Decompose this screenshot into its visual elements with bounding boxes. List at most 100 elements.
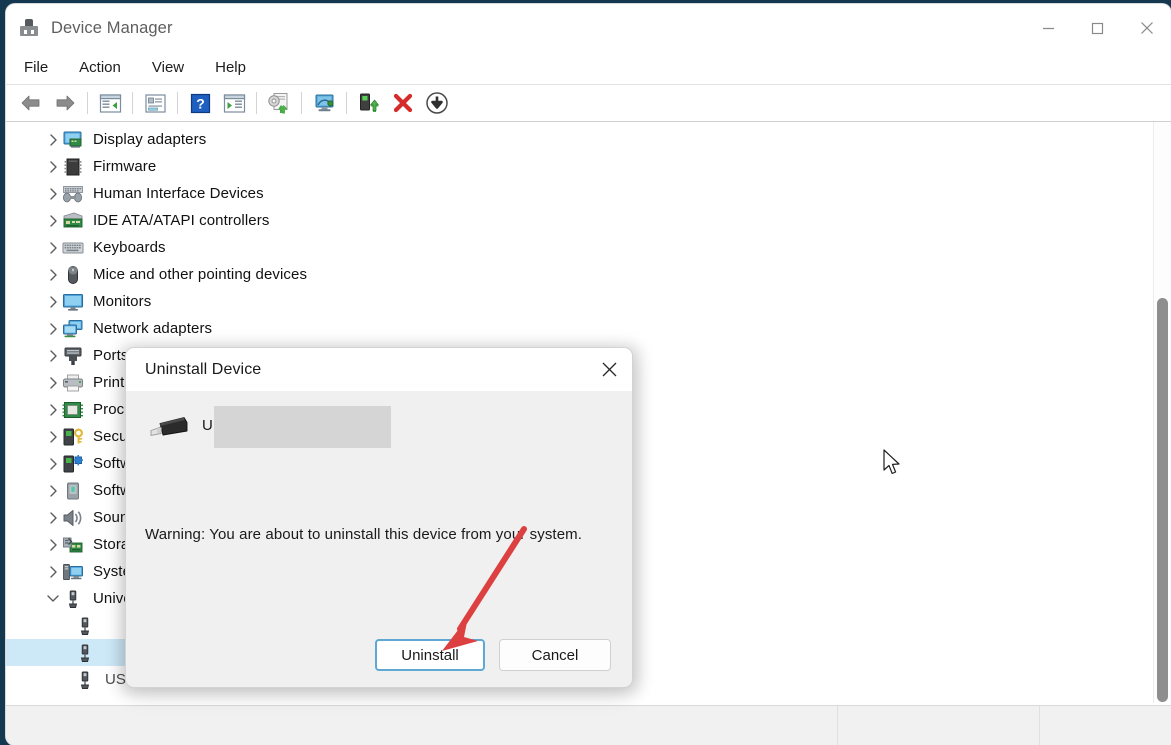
tree-item-display-adapters[interactable]: Display adapters xyxy=(6,126,1134,153)
window-title: Device Manager xyxy=(51,18,173,37)
tree-item-label: Network adapters xyxy=(93,320,213,337)
help-question-icon[interactable]: ? xyxy=(183,88,217,118)
chevron-right-icon[interactable] xyxy=(44,376,62,389)
tree-item-ide-controllers[interactable]: IDE ATA/ATAPI controllers xyxy=(6,207,1134,234)
close-icon[interactable] xyxy=(586,348,632,391)
toolbar-separator xyxy=(301,92,302,114)
action-pane-icon[interactable] xyxy=(217,88,251,118)
printer-icon xyxy=(62,373,84,393)
chevron-right-icon[interactable] xyxy=(44,457,62,470)
toolbar-separator xyxy=(177,92,178,114)
tree-item-label: Firmware xyxy=(93,158,157,175)
chevron-right-icon[interactable] xyxy=(44,133,62,146)
chevron-down-icon[interactable] xyxy=(44,594,62,603)
chevron-right-icon[interactable] xyxy=(44,295,62,308)
statusbar xyxy=(6,705,1171,745)
chevron-right-icon[interactable] xyxy=(44,160,62,173)
disable-device-icon[interactable] xyxy=(420,88,454,118)
device-row: U xyxy=(126,391,632,448)
toolbar-separator xyxy=(346,92,347,114)
tree-item-monitors[interactable]: Monitors xyxy=(6,288,1134,315)
status-cell-middle xyxy=(838,706,1040,745)
toolbar: ? xyxy=(6,84,1171,122)
usb-device-icon xyxy=(74,616,96,636)
svg-text:?: ? xyxy=(196,95,205,111)
tree-item-label: Display adapters xyxy=(93,131,207,148)
window-titlebar: Device Manager xyxy=(6,4,1171,52)
tree-item-network-adapters[interactable]: Network adapters xyxy=(6,315,1134,342)
usb-controller-icon xyxy=(62,589,84,609)
enable-device-icon[interactable] xyxy=(352,88,386,118)
vertical-scrollbar[interactable] xyxy=(1153,122,1171,703)
chevron-right-icon[interactable] xyxy=(44,538,62,551)
device-name-visible-text: U xyxy=(202,417,213,434)
device-manager-icon xyxy=(19,18,39,38)
monitor-icon xyxy=(62,292,84,312)
chevron-right-icon[interactable] xyxy=(44,349,62,362)
device-name-redaction-box xyxy=(214,406,391,448)
chevron-right-icon[interactable] xyxy=(44,187,62,200)
tree-item-label: Mice and other pointing devices xyxy=(93,266,308,283)
chevron-right-icon[interactable] xyxy=(44,511,62,524)
chevron-right-icon[interactable] xyxy=(44,214,62,227)
menu-item-action[interactable]: Action xyxy=(79,56,133,80)
tree-item-label: Keyboards xyxy=(93,239,166,256)
minimize-button[interactable] xyxy=(1024,4,1073,52)
console-tree-icon[interactable] xyxy=(93,88,127,118)
chevron-right-icon[interactable] xyxy=(44,403,62,416)
tree-item-label: Monitors xyxy=(93,293,152,310)
keyboard-icon xyxy=(62,238,84,258)
tree-item-label: Human Interface Devices xyxy=(93,185,264,202)
usb-plug-icon xyxy=(144,411,190,443)
warning-message: Warning: You are about to uninstall this… xyxy=(145,526,582,543)
tree-item-label: IDE ATA/ATAPI controllers xyxy=(93,212,270,229)
status-cell-main xyxy=(6,706,838,745)
chevron-right-icon[interactable] xyxy=(44,565,62,578)
tree-item-firmware[interactable]: Firmware xyxy=(6,153,1134,180)
tree-item-mice[interactable]: Mice and other pointing devices xyxy=(6,261,1134,288)
tree-item-human-interface-devices[interactable]: Human Interface Devices xyxy=(6,180,1134,207)
menu-item-view[interactable]: View xyxy=(152,56,196,80)
software-device-icon xyxy=(62,481,84,501)
software-component-icon xyxy=(62,454,84,474)
menu-item-file[interactable]: File xyxy=(24,56,60,80)
dialog-title: Uninstall Device xyxy=(145,360,262,378)
firmware-chip-icon xyxy=(62,157,84,177)
menu-item-help[interactable]: Help xyxy=(215,56,258,80)
properties-icon[interactable] xyxy=(138,88,172,118)
usb-device-icon xyxy=(74,643,96,663)
chevron-right-icon[interactable] xyxy=(44,430,62,443)
close-button[interactable] xyxy=(1122,4,1171,52)
storage-controller-icon xyxy=(62,535,84,555)
mouse-icon xyxy=(62,265,84,285)
forward-arrow-icon[interactable] xyxy=(48,88,82,118)
usb-device-icon xyxy=(74,670,96,690)
red-x-icon[interactable] xyxy=(386,88,420,118)
scan-hardware-icon[interactable] xyxy=(307,88,341,118)
back-arrow-icon[interactable] xyxy=(14,88,48,118)
ide-controller-icon xyxy=(62,211,84,231)
security-device-icon xyxy=(62,427,84,447)
toolbar-separator xyxy=(87,92,88,114)
chevron-right-icon[interactable] xyxy=(44,322,62,335)
system-device-icon xyxy=(62,562,84,582)
status-cell-end xyxy=(1040,706,1171,745)
sound-icon xyxy=(62,508,84,528)
dialog-titlebar: Uninstall Device xyxy=(126,348,632,391)
hid-icon xyxy=(62,184,84,204)
chevron-right-icon[interactable] xyxy=(44,484,62,497)
chevron-right-icon[interactable] xyxy=(44,241,62,254)
scrollbar-thumb[interactable] xyxy=(1157,298,1168,702)
uninstall-confirm-button[interactable]: Uninstall xyxy=(375,639,485,671)
toolbar-separator xyxy=(132,92,133,114)
chevron-right-icon[interactable] xyxy=(44,268,62,281)
processor-icon xyxy=(62,400,84,420)
cancel-button[interactable]: Cancel xyxy=(499,639,611,671)
dialog-button-row: Uninstall Cancel xyxy=(126,639,632,671)
update-driver-icon[interactable] xyxy=(262,88,296,118)
tree-item-keyboards[interactable]: Keyboards xyxy=(6,234,1134,261)
menubar: File Action View Help xyxy=(6,52,1171,84)
maximize-button[interactable] xyxy=(1073,4,1122,52)
uninstall-device-dialog: Uninstall Device U Warning: You are abou… xyxy=(125,347,633,688)
window-controls xyxy=(1024,4,1171,52)
